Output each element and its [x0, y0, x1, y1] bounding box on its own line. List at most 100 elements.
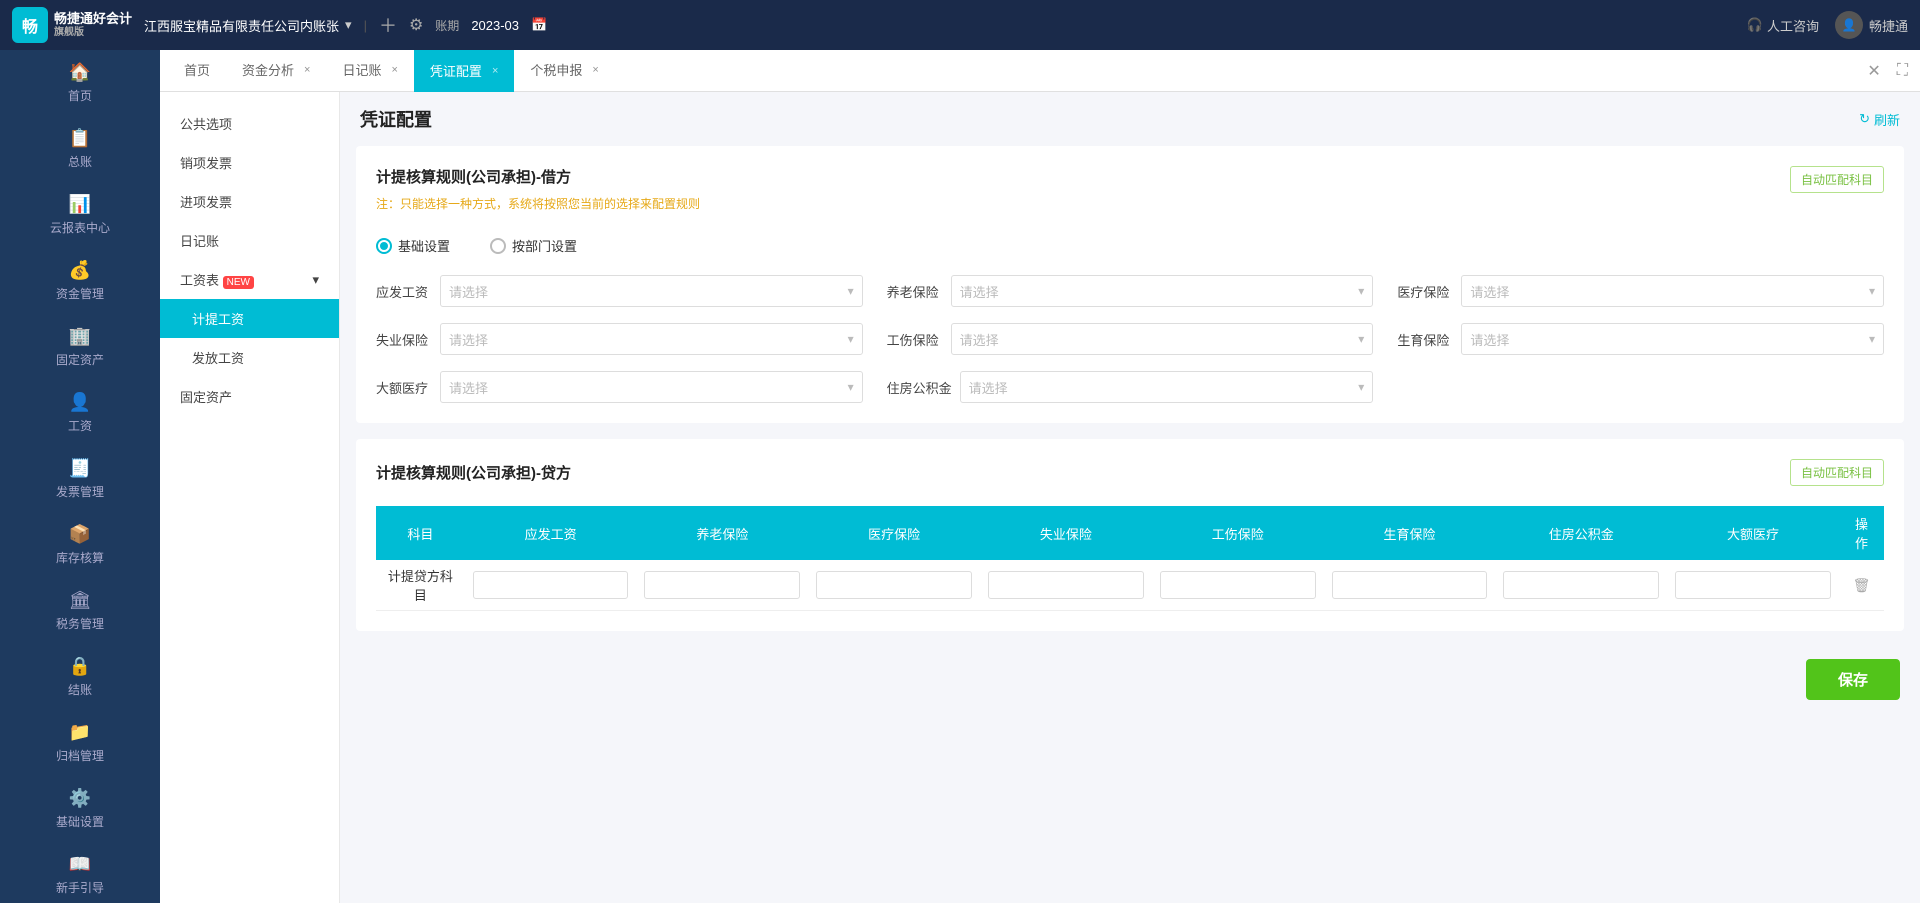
input-dayl[interactable]: [1675, 571, 1831, 599]
nav-item-salary-calc[interactable]: 计提工资: [160, 299, 339, 338]
td-ylbx[interactable]: [636, 560, 808, 611]
chevron-ylbx2: ▾: [1869, 284, 1875, 298]
tab-voucher[interactable]: 凭证配置 ×: [414, 50, 514, 92]
nav-item-purchase-invoice[interactable]: 进项发票: [160, 182, 339, 221]
radio-basic-indicator: [376, 238, 392, 254]
select-dayl[interactable]: 请选择 ▾: [440, 371, 863, 403]
field-dayl: 大额医疗 请选择 ▾: [376, 371, 863, 403]
tab-expand-button[interactable]: ⛶: [1893, 58, 1912, 84]
nav-item-journal[interactable]: 日记账: [160, 221, 339, 260]
td-yfgz[interactable]: [465, 560, 637, 611]
delete-row-icon[interactable]: 🗑: [1853, 577, 1871, 593]
td-dayl[interactable]: [1667, 560, 1839, 611]
chevron-sybx: ▾: [848, 332, 854, 346]
sidebar-item-settings[interactable]: ⚙️ 基础设置: [0, 776, 160, 842]
tab-home[interactable]: 首页: [168, 50, 226, 92]
input-yfgz[interactable]: [473, 571, 629, 599]
tab-fund[interactable]: 资金分析 ×: [226, 50, 326, 92]
td-gsbx[interactable]: [1152, 560, 1324, 611]
auto-match-credit-button[interactable]: 自动匹配科目: [1790, 459, 1884, 486]
add-account-button[interactable]: ＋: [379, 12, 397, 38]
section1-note: 注：只能选择一种方式，系统将按照您当前的选择来配置规则: [376, 195, 700, 212]
sidebar: 🏠 首页 📋 总账 📊 云报表中心 💰 资金管理 🏢 固定资产 👤 工资 🧾 发…: [0, 50, 160, 903]
company-selector[interactable]: 江西服宝精品有限责任公司内账张 ▾: [144, 16, 352, 35]
tab-tax[interactable]: 个税申报 ×: [514, 50, 614, 92]
calendar-icon[interactable]: 📅: [531, 17, 547, 33]
home-icon: 🏠: [69, 62, 91, 83]
td-delete[interactable]: 🗑: [1839, 560, 1884, 611]
debit-form-grid: 应发工资 请选择 ▾ 养老保险 请选择 ▾: [376, 275, 1884, 403]
nav-item-sales-invoice[interactable]: 销项发票: [160, 143, 339, 182]
sidebar-item-archive[interactable]: 📁 归档管理: [0, 710, 160, 776]
refresh-button[interactable]: ↻ 刷新: [1859, 110, 1900, 129]
nav-item-public[interactable]: 公共选项: [160, 104, 339, 143]
tab-journal[interactable]: 日记账 ×: [326, 50, 413, 92]
save-button[interactable]: 保存: [1806, 659, 1900, 700]
select-ylbx[interactable]: 请选择 ▾: [951, 275, 1374, 307]
nav-item-fixed-assets[interactable]: 固定资产: [160, 377, 339, 416]
tab-close-voucher[interactable]: ×: [492, 65, 498, 77]
settings-icon[interactable]: ⚙: [409, 15, 423, 35]
new-badge: NEW: [223, 276, 254, 289]
auto-match-debit-button[interactable]: 自动匹配科目: [1790, 166, 1884, 193]
sidebar-item-home[interactable]: 🏠 首页: [0, 50, 160, 116]
input-sybx[interactable]: [988, 571, 1144, 599]
field-placeholder: [1397, 371, 1884, 403]
chevron-ylbx: ▾: [1358, 284, 1364, 298]
radio-dept[interactable]: 按部门设置: [490, 236, 577, 255]
tab-close-button[interactable]: ✕: [1863, 57, 1884, 85]
sidebar-item-ledger[interactable]: 📋 总账: [0, 116, 160, 182]
field-zfgjj: 住房公积金 请选择 ▾: [887, 371, 1374, 403]
input-zfgjj[interactable]: [1503, 571, 1659, 599]
main-layout: 🏠 首页 📋 总账 📊 云报表中心 💰 资金管理 🏢 固定资产 👤 工资 🧾 发…: [0, 50, 1920, 903]
radio-dept-indicator: [490, 238, 506, 254]
invoice-icon: 🧾: [69, 458, 91, 479]
th-sybx: 失业保险: [980, 506, 1152, 560]
section1-title-area: 计提核算规则(公司承担)-借方 注：只能选择一种方式，系统将按照您当前的选择来配…: [376, 166, 700, 228]
consult-button[interactable]: 🎧 人工咨询: [1747, 16, 1819, 35]
logo-text: 畅捷通好会计 旗舰版: [54, 11, 132, 39]
td-zfgjj[interactable]: [1495, 560, 1667, 611]
td-sybx[interactable]: [980, 560, 1152, 611]
th-subject: 科目: [376, 506, 465, 560]
td-ylbx2[interactable]: [808, 560, 980, 611]
sidebar-item-inventory[interactable]: 📦 库存核算: [0, 512, 160, 578]
tab-bar: 首页 资金分析 × 日记账 × 凭证配置 × 个税申报 × ✕ ⛶: [160, 50, 1920, 92]
select-ylbx2[interactable]: 请选择 ▾: [1461, 275, 1884, 307]
td-sybx2[interactable]: [1324, 560, 1496, 611]
input-ylbx2[interactable]: [816, 571, 972, 599]
select-sybx2[interactable]: 请选择 ▾: [1461, 323, 1884, 355]
table-header-row: 科目 应发工资 养老保险 医疗保险 失业保险 工伤保险 生育保险 住房公积金 大…: [376, 506, 1884, 560]
input-ylbx[interactable]: [644, 571, 800, 599]
th-dayl: 大额医疗: [1667, 506, 1839, 560]
sidebar-item-salary[interactable]: 👤 工资: [0, 380, 160, 446]
select-zfgjj[interactable]: 请选择 ▾: [960, 371, 1374, 403]
tab-close-tax[interactable]: ×: [592, 64, 598, 76]
ledger-icon: 📋: [69, 128, 91, 149]
chevron-down-icon: ▾: [312, 272, 319, 288]
select-sybx[interactable]: 请选择 ▾: [440, 323, 863, 355]
nav-item-salary-pay[interactable]: 发放工资: [160, 338, 339, 377]
select-yfgz[interactable]: 请选择 ▾: [440, 275, 863, 307]
sidebar-item-reports[interactable]: 📊 云报表中心: [0, 182, 160, 248]
sidebar-item-guide[interactable]: 📖 新手引导: [0, 842, 160, 903]
sidebar-item-assets[interactable]: 🏢 固定资产: [0, 314, 160, 380]
sidebar-item-fund[interactable]: 💰 资金管理: [0, 248, 160, 314]
select-gsbx[interactable]: 请选择 ▾: [951, 323, 1374, 355]
tab-close-fund[interactable]: ×: [304, 64, 310, 76]
tab-close-journal[interactable]: ×: [391, 64, 397, 76]
sidebar-item-close[interactable]: 🔒 结账: [0, 644, 160, 710]
radio-basic[interactable]: 基础设置: [376, 236, 450, 255]
th-yfgz: 应发工资: [465, 506, 637, 560]
sidebar-item-tax[interactable]: 🏛 税务管理: [0, 578, 160, 644]
tax-icon: 🏛: [69, 590, 92, 611]
input-sybx2[interactable]: [1332, 571, 1488, 599]
nav-item-salary-table[interactable]: 工资表 NEW ▾: [160, 260, 339, 299]
input-gsbx[interactable]: [1160, 571, 1316, 599]
user-area[interactable]: 👤 畅捷通: [1835, 11, 1908, 39]
fund-icon: 💰: [69, 260, 91, 281]
sidebar-item-invoice[interactable]: 🧾 发票管理: [0, 446, 160, 512]
content-area: 首页 资金分析 × 日记账 × 凭证配置 × 个税申报 × ✕ ⛶: [160, 50, 1920, 903]
chevron-down-icon: ▾: [345, 17, 352, 33]
th-ylbx2: 医疗保险: [808, 506, 980, 560]
